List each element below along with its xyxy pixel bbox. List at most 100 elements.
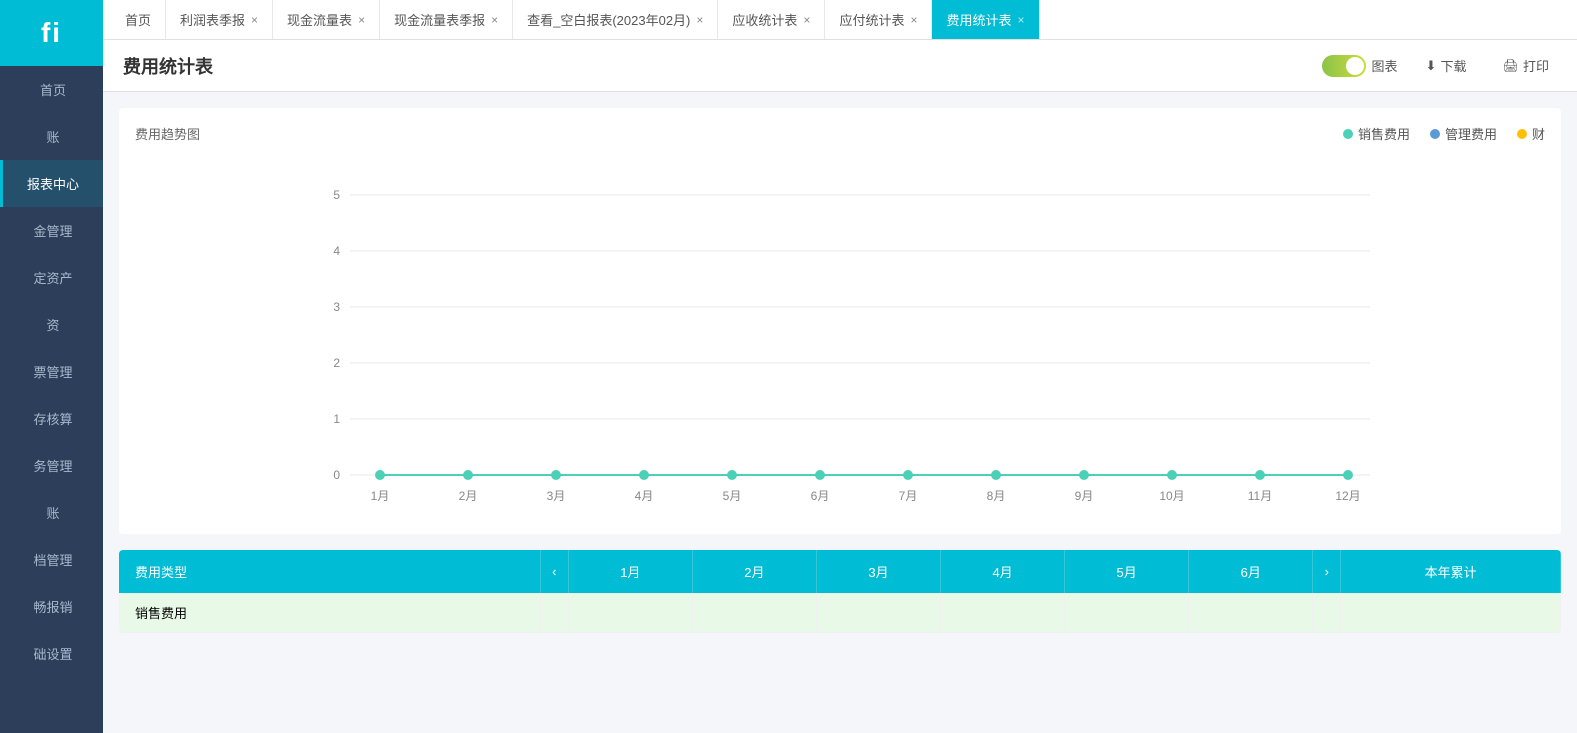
legend-dot-sales	[1343, 129, 1353, 139]
print-icon: 🖨	[1502, 58, 1519, 74]
svg-text:5: 5	[333, 188, 340, 202]
table-cell-sales-jun	[1189, 593, 1313, 633]
sidebar-item-assets[interactable]: 定资产	[0, 254, 103, 301]
tab-close-cashflow-quarterly[interactable]: ×	[491, 13, 498, 27]
svg-text:1月: 1月	[371, 489, 390, 503]
download-button[interactable]: ⬇ 下载	[1418, 52, 1475, 79]
chart-dot-11	[1255, 470, 1265, 480]
chart-dot-5	[727, 470, 737, 480]
chart-legend: 销售费用 管理费用 财	[1343, 124, 1545, 143]
table-header-mar: 3月	[816, 550, 940, 593]
sidebar-item-reports[interactable]: 报表中心	[0, 160, 103, 207]
tab-expenses[interactable]: 费用统计表 ×	[932, 0, 1039, 40]
table-header-may: 5月	[1065, 550, 1189, 593]
sidebar-item-finance[interactable]: 金管理	[0, 207, 103, 254]
table-cell-sales-nav2	[1313, 593, 1341, 633]
table-row-sales: 销售费用	[119, 593, 1561, 633]
table-header-ytd: 本年累计	[1341, 550, 1561, 593]
tab-receivable[interactable]: 应收统计表 ×	[718, 0, 825, 40]
tab-cashflow[interactable]: 现金流量表 ×	[273, 0, 380, 40]
print-button[interactable]: 🖨 打印	[1494, 52, 1557, 79]
content-area: 费用趋势图 销售费用 管理费用 财	[103, 92, 1577, 733]
tab-cashflow-quarterly[interactable]: 现金流量表季报 ×	[380, 0, 513, 40]
chart-toggle-wrap[interactable]: 图表	[1322, 55, 1398, 77]
chart-dot-12	[1343, 470, 1353, 480]
tab-close-expenses[interactable]: ×	[1017, 13, 1024, 27]
tab-blank-report[interactable]: 查看_空白报表(2023年02月) ×	[513, 0, 718, 40]
sidebar-item-inventory[interactable]: 存核算	[0, 395, 103, 442]
svg-text:8月: 8月	[987, 489, 1006, 503]
table-cell-sales-nav	[540, 593, 568, 633]
table-header-type: 费用类型	[119, 550, 540, 593]
table-nav-prev[interactable]: ‹	[540, 550, 568, 593]
svg-text:6月: 6月	[811, 489, 830, 503]
table-cell-sales-feb	[692, 593, 816, 633]
legend-label-admin: 管理费用	[1445, 124, 1497, 143]
table-header-jan: 1月	[568, 550, 692, 593]
toggle-label: 图表	[1372, 56, 1398, 75]
download-icon: ⬇	[1426, 58, 1437, 74]
svg-text:2月: 2月	[459, 489, 478, 503]
chart-toggle-switch[interactable]	[1322, 55, 1366, 77]
tab-close-cashflow[interactable]: ×	[358, 13, 365, 27]
main-area: 首页 利润表季报 × 现金流量表 × 现金流量表季报 × 查看_空白报表(202…	[103, 0, 1577, 733]
sidebar: fi 首页 账 报表中心 金管理 定资产 资 票管理 存核算 务管理 账 档管理…	[0, 0, 103, 733]
chart-dot-6	[815, 470, 825, 480]
chart-dot-2	[463, 470, 473, 480]
svg-text:3: 3	[333, 300, 340, 314]
data-table-wrap: 费用类型 ‹ 1月 2月 3月 4月 5月 6月 › 本年累计 销售费用	[119, 550, 1561, 633]
chart-dot-9	[1079, 470, 1089, 480]
svg-text:4: 4	[333, 244, 340, 258]
svg-text:1: 1	[333, 412, 340, 426]
tab-home[interactable]: 首页	[111, 0, 166, 40]
legend-finance: 财	[1517, 124, 1545, 143]
sidebar-item-capital[interactable]: 资	[0, 301, 103, 348]
svg-text:7月: 7月	[899, 489, 918, 503]
svg-text:12月: 12月	[1335, 489, 1360, 503]
page-header: 费用统计表 图表 ⬇ 下载 🖨 打印	[103, 40, 1577, 92]
tab-close-blank-report[interactable]: ×	[696, 13, 703, 27]
svg-text:10月: 10月	[1159, 489, 1184, 503]
chart-svg-wrap: 5 4 3 2 1 0 1月 2月 3月 4月 5月 6月 7月 8月 9月	[135, 155, 1545, 518]
chart-dot-4	[639, 470, 649, 480]
tab-close-receivable[interactable]: ×	[803, 13, 810, 27]
sidebar-item-home[interactable]: 首页	[0, 66, 103, 113]
sidebar-item-business[interactable]: 务管理	[0, 442, 103, 489]
print-label: 打印	[1523, 56, 1549, 75]
tab-profit-quarterly[interactable]: 利润表季报 ×	[166, 0, 273, 40]
chart-dot-8	[991, 470, 1001, 480]
sidebar-item-invoice[interactable]: 票管理	[0, 348, 103, 395]
chart-svg: 5 4 3 2 1 0 1月 2月 3月 4月 5月 6月 7月 8月 9月	[135, 155, 1545, 515]
tab-close-profit-quarterly[interactable]: ×	[251, 13, 258, 27]
svg-text:11月: 11月	[1248, 489, 1272, 503]
tab-payable[interactable]: 应付统计表 ×	[825, 0, 932, 40]
chart-card: 费用趋势图 销售费用 管理费用 财	[119, 108, 1561, 534]
legend-dot-finance	[1517, 129, 1527, 139]
legend-admin: 管理费用	[1430, 124, 1497, 143]
sidebar-item-archive[interactable]: 档管理	[0, 536, 103, 583]
data-table: 费用类型 ‹ 1月 2月 3月 4月 5月 6月 › 本年累计 销售费用	[119, 550, 1561, 633]
download-label: 下载	[1440, 56, 1466, 75]
sidebar-logo: fi	[0, 0, 103, 66]
table-cell-sales-jan	[568, 593, 692, 633]
table-header-feb: 2月	[692, 550, 816, 593]
legend-sales: 销售费用	[1343, 124, 1410, 143]
chart-header: 费用趋势图 销售费用 管理费用 财	[135, 124, 1545, 143]
legend-label-finance: 财	[1532, 124, 1545, 143]
header-actions: 图表 ⬇ 下载 🖨 打印	[1322, 52, 1557, 79]
sidebar-item-account[interactable]: 账	[0, 113, 103, 160]
svg-text:3月: 3月	[547, 489, 566, 503]
chart-dot-3	[551, 470, 561, 480]
tab-bar: 首页 利润表季报 × 现金流量表 × 现金流量表季报 × 查看_空白报表(202…	[103, 0, 1577, 40]
table-nav-next[interactable]: ›	[1313, 550, 1341, 593]
svg-text:9月: 9月	[1075, 489, 1094, 503]
sidebar-item-settings[interactable]: 础设置	[0, 630, 103, 677]
sidebar-item-expense[interactable]: 畅报销	[0, 583, 103, 630]
sidebar-item-ledger[interactable]: 账	[0, 489, 103, 536]
chart-dot-1	[375, 470, 385, 480]
tab-close-payable[interactable]: ×	[910, 13, 917, 27]
legend-dot-admin	[1430, 129, 1440, 139]
table-cell-sales-mar	[816, 593, 940, 633]
chart-title: 费用趋势图	[135, 124, 200, 143]
table-cell-sales-label: 销售费用	[119, 593, 540, 633]
